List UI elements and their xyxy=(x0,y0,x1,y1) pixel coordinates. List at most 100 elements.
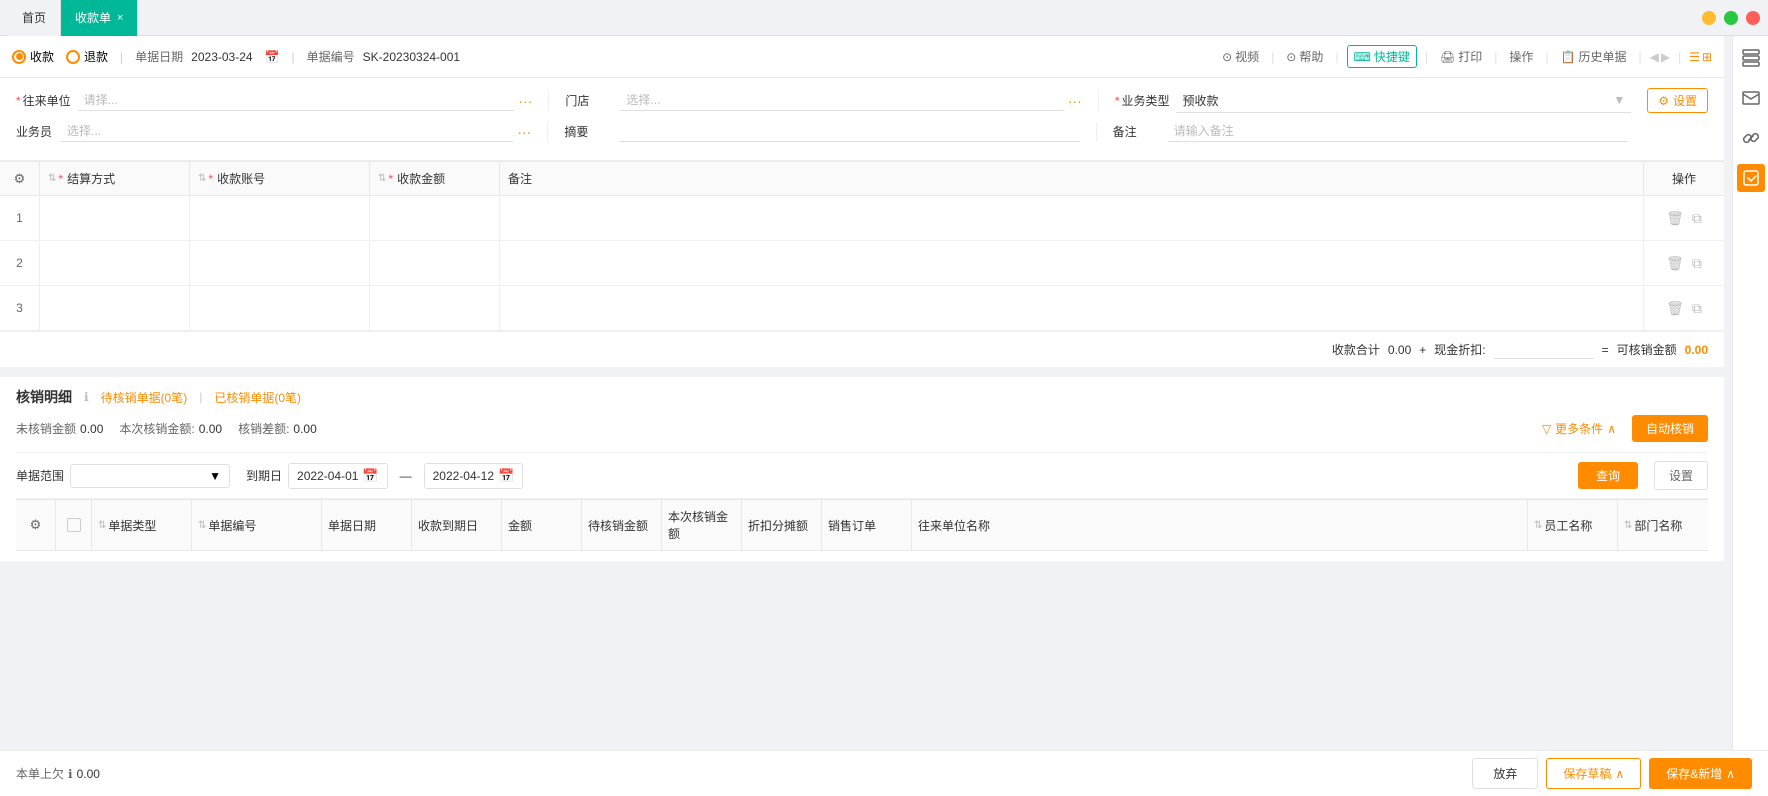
shop-more-icon[interactable]: ··· xyxy=(1068,93,1082,109)
close-btn[interactable] xyxy=(1746,11,1760,25)
summary-row: 收款合计 0.00 + 现金折扣: = 可核销金额 0.00 xyxy=(0,331,1724,367)
row-2-account[interactable] xyxy=(190,241,370,285)
radio-receive[interactable]: 收款 xyxy=(12,48,54,65)
expand-icon: ∧ xyxy=(1607,422,1616,436)
sidebar-table-icon[interactable] xyxy=(1737,44,1765,72)
current-verif-stat: 本次核销金额: 0.00 xyxy=(119,420,222,437)
lth-check[interactable] xyxy=(56,500,92,550)
row-1-account[interactable] xyxy=(190,196,370,240)
shop-field: 门店 ··· xyxy=(565,90,1081,111)
maximize-btn[interactable] xyxy=(1724,11,1738,25)
row-1-remark[interactable] xyxy=(500,196,1644,240)
th-account: ⇅ * 收款账号 xyxy=(190,162,370,195)
layout-list-btn[interactable]: ☰ xyxy=(1689,50,1700,64)
date-to-picker[interactable]: 2022-04-12 📅 xyxy=(424,463,524,489)
row-3-account[interactable] xyxy=(190,286,370,330)
row-3-copy-icon[interactable]: ⧉ xyxy=(1692,300,1702,317)
help-btn[interactable]: ⊙ 帮助 xyxy=(1282,46,1327,67)
summary-input[interactable] xyxy=(619,121,1079,142)
verif-info-icon[interactable]: ℹ xyxy=(84,390,89,404)
tab-home-label: 首页 xyxy=(22,9,46,26)
bottom-info-icon[interactable]: ℹ xyxy=(68,767,73,781)
available-value: 0.00 xyxy=(1685,343,1708,357)
sidebar-link-icon[interactable] xyxy=(1737,124,1765,152)
partner-more-icon[interactable]: ··· xyxy=(518,93,532,109)
radio-group: 收款 退款 xyxy=(12,48,108,65)
row-1-copy-icon[interactable]: ⧉ xyxy=(1692,210,1702,227)
minimize-btn[interactable] xyxy=(1702,11,1716,25)
row-3-delete-icon[interactable]: 🗑 xyxy=(1666,300,1684,317)
radio-refund[interactable]: 退款 xyxy=(66,48,108,65)
auto-verify-btn[interactable]: 自动核销 xyxy=(1632,415,1708,442)
partner-input[interactable] xyxy=(78,90,515,111)
discount-input[interactable] xyxy=(1494,340,1594,359)
row-3-amount[interactable] xyxy=(370,286,500,330)
lth-gear[interactable]: ⚙ xyxy=(16,500,56,550)
row-2-settle[interactable] xyxy=(40,241,190,285)
remarks-field: 备注 xyxy=(1113,121,1628,142)
row-3-remark[interactable] xyxy=(500,286,1644,330)
video-btn[interactable]: ⊙ 视频 xyxy=(1218,46,1263,67)
next-arrow[interactable]: ▶ xyxy=(1661,50,1670,64)
staff-input[interactable] xyxy=(61,121,513,142)
row-3-settle[interactable] xyxy=(40,286,190,330)
row-2-delete-icon[interactable]: 🗑 xyxy=(1666,255,1684,272)
lower-gear-icon[interactable]: ⚙ xyxy=(30,517,42,533)
row-2-amount[interactable] xyxy=(370,241,500,285)
sidebar-mail-icon[interactable] xyxy=(1737,84,1765,112)
available-label: 可核销金额 xyxy=(1617,341,1677,358)
row-2-copy-icon[interactable]: ⧉ xyxy=(1692,255,1702,272)
staff-field: 业务员 ··· xyxy=(16,121,531,142)
layout-btns: ☰ ⊞ xyxy=(1689,50,1712,64)
toolbar: 收款 退款 | 单据日期 2023-03-24 📅 | 单据编号 SK-2023… xyxy=(0,36,1724,78)
num-value: SK-20230324-001 xyxy=(363,50,460,64)
prev-arrow[interactable]: ◀ xyxy=(1650,50,1659,64)
settings-button[interactable]: ⚙ 设置 xyxy=(1647,88,1708,113)
verif-done-tab[interactable]: 已核销单据(0笔) xyxy=(214,389,301,406)
more-conditions-btn[interactable]: ▽ 更多条件 ∧ xyxy=(1542,420,1616,437)
range-dropdown-icon: ▼ xyxy=(209,469,221,483)
discard-btn[interactable]: 放弃 xyxy=(1472,758,1538,789)
remarks-input[interactable] xyxy=(1168,121,1628,142)
tab-current[interactable]: 收款单 × xyxy=(61,0,138,36)
verif-pending-tab[interactable]: 待核销单据(0笔) xyxy=(101,389,188,406)
save-btn[interactable]: 保存&新增 ∧ xyxy=(1649,758,1752,789)
range-select[interactable]: ▼ xyxy=(70,464,230,488)
staff-more-icon[interactable]: ··· xyxy=(517,124,531,140)
table-gear-icon[interactable]: ⚙ xyxy=(14,171,26,187)
biz-type-select[interactable]: 预收款 ▼ xyxy=(1176,89,1631,113)
th-gear[interactable]: ⚙ xyxy=(0,162,40,195)
query-btn[interactable]: 查询 xyxy=(1578,462,1638,489)
row-3-actions: 🗑 ⧉ xyxy=(1644,286,1724,330)
history-btn[interactable]: 📋 历史单据 xyxy=(1556,46,1630,67)
tab-close-icon[interactable]: × xyxy=(117,12,123,24)
calendar-to-icon: 📅 xyxy=(498,468,514,484)
shop-input[interactable] xyxy=(620,90,1063,111)
print-btn[interactable]: 🖨 打印 xyxy=(1436,46,1486,67)
layout-grid-btn[interactable]: ⊞ xyxy=(1702,50,1712,64)
row-2-remark[interactable] xyxy=(500,241,1644,285)
range-label: 单据范围 xyxy=(16,467,64,484)
select-all-checkbox[interactable] xyxy=(67,518,81,532)
draft-btn[interactable]: 保存草稿 ∧ xyxy=(1546,758,1641,789)
diff-value: 0.00 xyxy=(293,422,316,436)
shortcuts-label: 快捷键 xyxy=(1374,48,1410,65)
row-1-delete-icon[interactable]: 🗑 xyxy=(1666,210,1684,227)
date-icon[interactable]: 📅 xyxy=(265,50,280,64)
table-header: ⚙ ⇅ * 结算方式 ⇅ * 收款账号 ⇅ * 收款金额 备注 操作 xyxy=(0,161,1724,196)
radio-receive-label: 收款 xyxy=(30,48,54,65)
lower-settings-btn[interactable]: 设置 xyxy=(1654,461,1708,490)
row-1-amount[interactable] xyxy=(370,196,500,240)
sidebar-active-icon[interactable] xyxy=(1737,164,1765,192)
shortcuts-btn[interactable]: ⌨ 快捷键 xyxy=(1347,45,1417,68)
date-to-value: 2022-04-12 xyxy=(433,469,494,483)
lth-verif: 本次核销金额 xyxy=(662,500,742,550)
row-1-settle[interactable] xyxy=(40,196,190,240)
operations-btn[interactable]: 操作 xyxy=(1505,46,1537,67)
table-row: 1 🗑 ⧉ xyxy=(0,196,1724,241)
print-label: 打印 xyxy=(1458,48,1482,65)
tab-home[interactable]: 首页 xyxy=(8,0,61,36)
verification-header: 核销明细 ℹ 待核销单据(0笔) | 已核销单据(0笔) xyxy=(16,387,1708,407)
lth-discount: 折扣分摊额 xyxy=(742,500,822,550)
date-from-picker[interactable]: 2022-04-01 📅 xyxy=(288,463,388,489)
